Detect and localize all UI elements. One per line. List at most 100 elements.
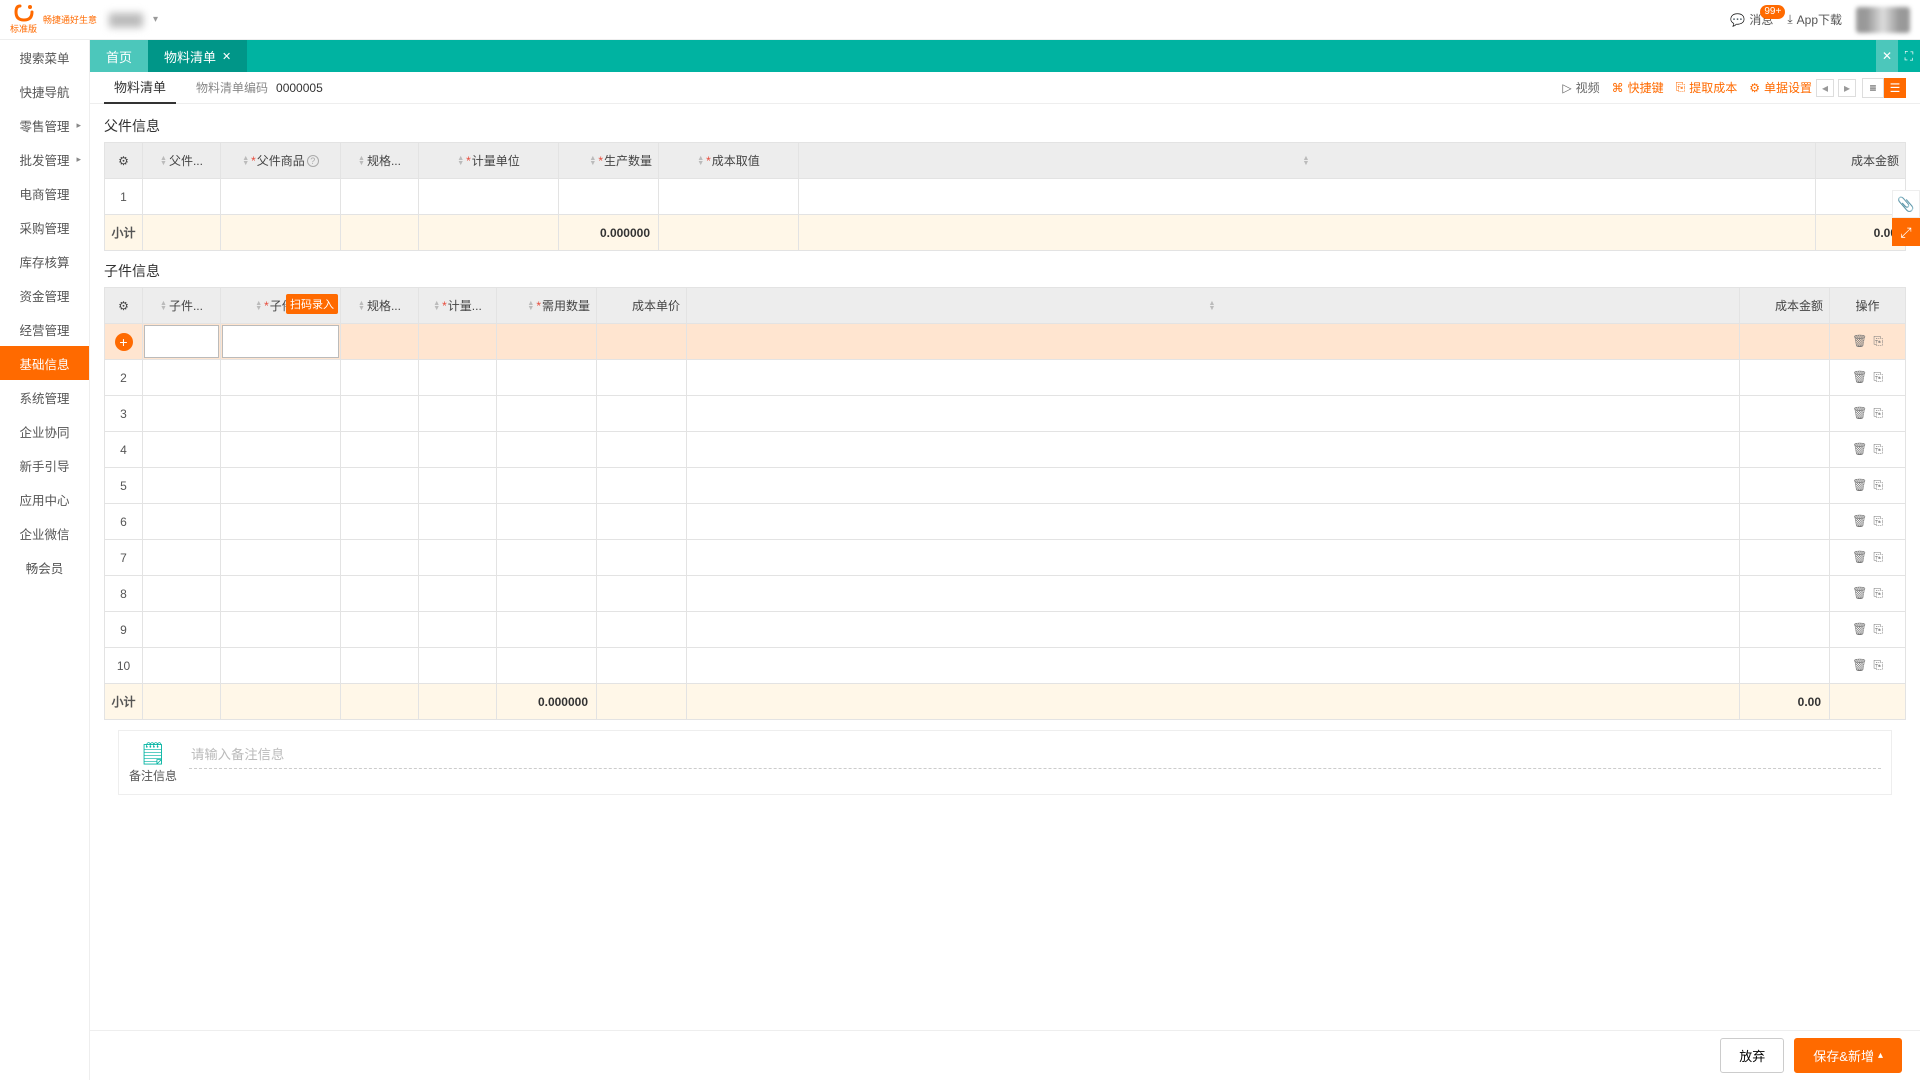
- copy-icon[interactable]: ⎘: [1873, 658, 1883, 672]
- col-child-price[interactable]: 成本单价: [597, 288, 687, 324]
- tool-video[interactable]: ▷视频: [1562, 79, 1599, 96]
- tab-home[interactable]: 首页: [90, 40, 148, 72]
- tab-bom[interactable]: 物料清单 ✕: [148, 40, 247, 72]
- child-row[interactable]: 5🗑⎘: [105, 468, 1906, 504]
- parent-row[interactable]: 1: [105, 179, 1906, 215]
- help-icon[interactable]: ?: [307, 155, 319, 167]
- child-col-settings[interactable]: ⚙: [105, 288, 143, 324]
- delete-icon[interactable]: 🗑: [1852, 442, 1867, 456]
- doc-title-tab[interactable]: 物料清单: [104, 71, 176, 104]
- child-row[interactable]: + 🗑 ⎘: [105, 324, 1906, 360]
- company-selector[interactable]: ████▾: [97, 13, 170, 27]
- child-code-input[interactable]: [144, 325, 219, 358]
- scan-input-badge[interactable]: 扫码录入: [286, 294, 338, 314]
- sidebar-item-15[interactable]: 畅会员: [0, 550, 89, 584]
- remark-input[interactable]: [189, 741, 1881, 769]
- col-parent-code[interactable]: ▲▼父件...: [143, 143, 221, 179]
- delete-icon[interactable]: 🗑: [1852, 586, 1867, 600]
- child-row[interactable]: 8🗑⎘: [105, 576, 1906, 612]
- delete-icon[interactable]: 🗑: [1852, 370, 1867, 384]
- avatar[interactable]: [1856, 7, 1910, 33]
- sidebar-item-3[interactable]: 批发管理▸: [0, 142, 89, 176]
- expand-icon[interactable]: ⛶: [1898, 40, 1920, 72]
- copy-icon[interactable]: ⎘: [1873, 478, 1883, 492]
- col-child-product[interactable]: ▲▼*子件商扫码录入: [221, 288, 341, 324]
- prev-doc[interactable]: ◂: [1816, 79, 1834, 97]
- delete-icon[interactable]: 🗑: [1852, 334, 1867, 348]
- attach-icon[interactable]: 📎: [1892, 190, 1920, 218]
- expand-panel-icon[interactable]: ⤢: [1892, 218, 1920, 246]
- copy-icon[interactable]: ⎘: [1873, 622, 1883, 636]
- col-child-spacer[interactable]: ▲▼: [687, 288, 1740, 324]
- tool-shortcut[interactable]: ⌘快捷键: [1612, 79, 1664, 96]
- sidebar-item-10[interactable]: 系统管理: [0, 380, 89, 414]
- child-row[interactable]: 2🗑⎘: [105, 360, 1906, 396]
- copy-icon[interactable]: ⎘: [1873, 406, 1883, 420]
- top-header: 标准版 畅捷通好生意 ████▾ 💬 消息 99+ ⤓ App下载: [0, 0, 1920, 40]
- chevron-right-icon: ▸: [76, 154, 81, 165]
- sidebar-item-1[interactable]: 快捷导航: [0, 74, 89, 108]
- close-all-tabs[interactable]: ✕: [1876, 40, 1898, 72]
- copy-icon[interactable]: ⎘: [1873, 550, 1883, 564]
- view-list[interactable]: ≡: [1862, 78, 1884, 98]
- view-form[interactable]: ☰: [1884, 78, 1906, 98]
- delete-icon[interactable]: 🗑: [1852, 658, 1867, 672]
- parent-col-settings[interactable]: ⚙: [105, 143, 143, 179]
- sidebar-item-8[interactable]: 经营管理: [0, 312, 89, 346]
- app-download-link[interactable]: ⤓ App下载: [1787, 11, 1842, 28]
- child-subtotal: 小计0.0000000.00: [105, 684, 1906, 720]
- sidebar-item-9[interactable]: 基础信息: [0, 346, 89, 380]
- add-row-button[interactable]: +: [115, 333, 133, 351]
- sidebar-item-14[interactable]: 企业微信: [0, 516, 89, 550]
- sidebar-item-11[interactable]: 企业协同: [0, 414, 89, 448]
- sidebar-item-6[interactable]: 库存核算: [0, 244, 89, 278]
- col-parent-qty[interactable]: ▲▼*生产数量: [559, 143, 659, 179]
- delete-icon[interactable]: 🗑: [1852, 550, 1867, 564]
- child-row[interactable]: 6🗑⎘: [105, 504, 1906, 540]
- copy-icon[interactable]: ⎘: [1873, 334, 1883, 348]
- sidebar-item-13[interactable]: 应用中心: [0, 482, 89, 516]
- save-and-new-button[interactable]: 保存&新增▴: [1794, 1038, 1902, 1073]
- col-child-amount[interactable]: 成本金额: [1740, 288, 1830, 324]
- discard-button[interactable]: 放弃: [1720, 1038, 1784, 1073]
- delete-icon[interactable]: 🗑: [1852, 406, 1867, 420]
- col-child-unit[interactable]: ▲▼*计量...: [419, 288, 497, 324]
- child-product-input[interactable]: [222, 325, 339, 358]
- col-parent-spacer[interactable]: ▲▼: [799, 143, 1816, 179]
- copy-icon[interactable]: ⎘: [1873, 370, 1883, 384]
- next-doc[interactable]: ▸: [1838, 79, 1856, 97]
- messages-link[interactable]: 💬 消息 99+: [1730, 11, 1773, 28]
- sidebar-item-5[interactable]: 采购管理: [0, 210, 89, 244]
- tool-setting[interactable]: ⚙单据设置: [1749, 79, 1812, 96]
- col-parent-product[interactable]: ▲▼*父件商品?: [221, 143, 341, 179]
- delete-icon[interactable]: 🗑: [1852, 514, 1867, 528]
- tool-extract[interactable]: ⎘提取成本: [1676, 79, 1738, 96]
- delete-icon[interactable]: 🗑: [1852, 622, 1867, 636]
- copy-icon[interactable]: ⎘: [1873, 586, 1883, 600]
- chevron-right-icon: ▸: [76, 120, 81, 131]
- chevron-up-icon: ▴: [1878, 1050, 1883, 1061]
- child-row[interactable]: 7🗑⎘: [105, 540, 1906, 576]
- col-parent-unit[interactable]: ▲▼*计量单位: [419, 143, 559, 179]
- sidebar-item-0[interactable]: 搜索菜单: [0, 40, 89, 74]
- child-row[interactable]: 10🗑⎘: [105, 648, 1906, 684]
- child-row[interactable]: 4🗑⎘: [105, 432, 1906, 468]
- col-parent-spec[interactable]: ▲▼规格...: [341, 143, 419, 179]
- col-child-qty[interactable]: ▲▼*需用数量: [497, 288, 597, 324]
- col-child-spec[interactable]: ▲▼规格...: [341, 288, 419, 324]
- col-child-code[interactable]: ▲▼子件...: [143, 288, 221, 324]
- delete-icon[interactable]: 🗑: [1852, 478, 1867, 492]
- col-parent-costsrc[interactable]: ▲▼*成本取值: [659, 143, 799, 179]
- sidebar-item-4[interactable]: 电商管理: [0, 176, 89, 210]
- child-row[interactable]: 3🗑⎘: [105, 396, 1906, 432]
- message-icon: 💬: [1730, 13, 1745, 27]
- copy-icon[interactable]: ⎘: [1873, 514, 1883, 528]
- col-parent-amount[interactable]: 成本金额: [1816, 143, 1906, 179]
- sidebar-item-2[interactable]: 零售管理▸: [0, 108, 89, 142]
- close-icon[interactable]: ✕: [222, 50, 231, 63]
- play-icon: ▷: [1562, 81, 1571, 95]
- sidebar-item-12[interactable]: 新手引导: [0, 448, 89, 482]
- copy-icon[interactable]: ⎘: [1873, 442, 1883, 456]
- child-row[interactable]: 9🗑⎘: [105, 612, 1906, 648]
- sidebar-item-7[interactable]: 资金管理: [0, 278, 89, 312]
